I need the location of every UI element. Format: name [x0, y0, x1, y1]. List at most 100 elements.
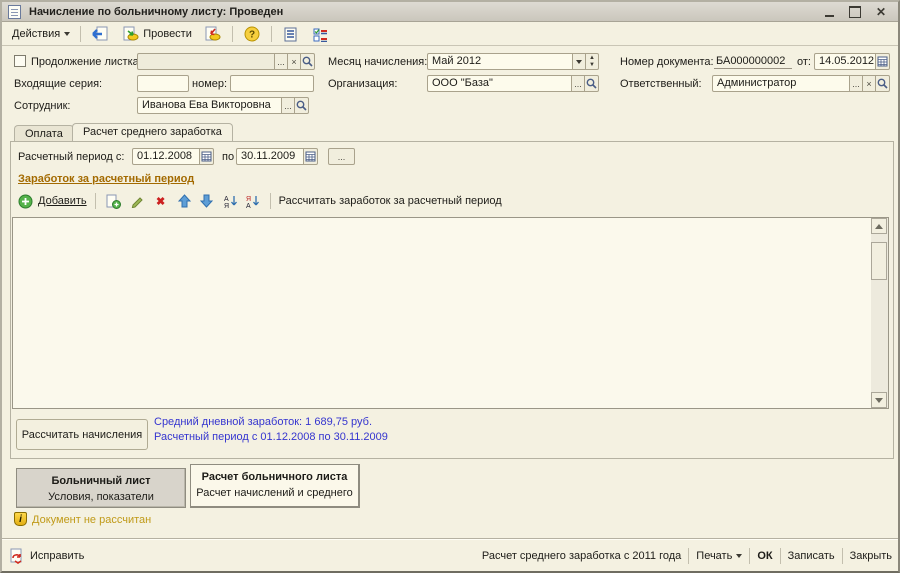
list-icon	[282, 25, 300, 43]
continuation-checkbox[interactable]	[14, 55, 26, 67]
svg-text:?: ?	[249, 30, 255, 41]
info-icon: i	[14, 512, 27, 526]
continuation-label: Продолжение листка	[31, 56, 139, 68]
calc-mode-status: Расчет среднего заработка с 2011 года	[481, 549, 682, 562]
title-bar[interactable]: Начисление по больничному листу: Проведе…	[2, 2, 898, 22]
calc-earnings-button[interactable]: Рассчитать заработок за расчетный период	[279, 195, 502, 207]
earnings-table-wrap	[12, 217, 872, 409]
move-up-icon[interactable]	[176, 192, 194, 210]
doc-date-label: от:	[797, 56, 811, 68]
movements-icon	[204, 25, 222, 43]
ellipsis-button[interactable]: ...	[274, 53, 288, 70]
tab-payment[interactable]: Оплата	[14, 125, 74, 141]
period-more-button[interactable]: ...	[328, 148, 355, 165]
earnings-section-title: Заработок за расчетный период	[18, 173, 195, 185]
employee-label: Сотрудник:	[14, 100, 71, 112]
window-title: Начисление по больничному листу: Проведе…	[29, 5, 284, 18]
doc-number-value[interactable]: БА000000002	[714, 54, 792, 69]
add-icon	[16, 192, 34, 210]
edit-pencil-icon[interactable]	[128, 192, 146, 210]
actions-button[interactable]: Действия	[6, 25, 76, 43]
svg-text:Я: Я	[224, 203, 229, 208]
organization-label: Организация:	[328, 78, 398, 90]
incoming-series-input[interactable]	[137, 75, 189, 92]
calendar-icon[interactable]	[303, 148, 318, 165]
clear-button[interactable]: ×	[862, 75, 876, 92]
list-settings-button[interactable]	[276, 22, 306, 46]
close-button[interactable]: Закрыть	[850, 550, 892, 562]
svg-text:А: А	[246, 203, 251, 208]
chevron-down-icon	[64, 32, 71, 36]
incoming-number-input[interactable]	[230, 75, 314, 92]
document-icon	[8, 4, 21, 19]
calc-accruals-button[interactable]: Рассчитать начисления	[16, 419, 148, 450]
minimize-icon[interactable]	[822, 6, 836, 18]
checkbox-list-icon	[312, 25, 330, 43]
incoming-number-label: номер:	[192, 78, 228, 90]
clear-button[interactable]: ×	[287, 53, 301, 70]
main-toolbar: Действия Провести ?	[2, 23, 898, 46]
scroll-up-button[interactable]	[871, 218, 887, 234]
calendar-icon[interactable]	[199, 148, 214, 165]
print-button[interactable]: Печать	[696, 550, 743, 562]
delete-icon[interactable]: ✖	[152, 192, 170, 210]
ellipsis-button[interactable]: ...	[281, 97, 295, 114]
vertical-scrollbar[interactable]	[871, 217, 889, 409]
post-button[interactable]: Провести	[115, 22, 198, 46]
sort-asc-icon[interactable]: АЯ	[222, 192, 240, 210]
month-spinner[interactable]: ▲ ▼	[585, 53, 599, 70]
close-icon[interactable]: ✕	[874, 5, 888, 19]
search-icon[interactable]	[875, 75, 890, 92]
scroll-down-button[interactable]	[871, 392, 887, 408]
chevron-down-icon[interactable]	[572, 53, 586, 70]
doc-date-field[interactable]: 14.05.2012	[814, 53, 890, 70]
bottom-tab-sick-list[interactable]: Больничный лист Условия, показатели	[16, 468, 186, 508]
maximize-icon[interactable]	[848, 6, 862, 18]
fix-icon	[8, 547, 26, 565]
svg-text:Я: Я	[246, 196, 251, 203]
movements-button[interactable]	[198, 22, 228, 46]
ok-button[interactable]: ОК	[757, 550, 772, 562]
month-field[interactable]: Май 2012 ▲ ▼	[427, 53, 599, 70]
help-button[interactable]: ?	[237, 22, 267, 46]
period-from-field[interactable]: 01.12.2008	[132, 148, 214, 165]
sort-desc-icon[interactable]: ЯА	[244, 192, 262, 210]
tab-average-earnings[interactable]: Расчет среднего заработка	[72, 123, 233, 141]
search-icon[interactable]	[300, 53, 315, 70]
incoming-series-label: Входящие серия:	[14, 78, 103, 90]
period-label: Расчетный период с:	[18, 151, 125, 163]
month-label: Месяц начисления:	[328, 56, 428, 68]
add-button[interactable]: Добавить	[16, 192, 87, 210]
post-icon	[121, 25, 139, 43]
document-window: Начисление по больничному листу: Проведе…	[0, 0, 900, 573]
employee-field[interactable]: Иванова Ева Викторовна ...	[137, 97, 309, 114]
calendar-icon[interactable]	[875, 53, 890, 70]
help-icon: ?	[243, 25, 261, 43]
save-button[interactable]: Записать	[788, 550, 835, 562]
move-down-icon[interactable]	[198, 192, 216, 210]
status-bar: Исправить Расчет среднего заработка с 20…	[2, 540, 898, 571]
earnings-toolbar: Добавить ✖ АЯ ЯА Рассчитать заработок за…	[16, 191, 502, 211]
search-icon[interactable]	[294, 97, 309, 114]
responsible-label: Ответственный:	[620, 78, 702, 90]
bottom-tab-sick-calc[interactable]: Расчет больничного листа Расчет начислен…	[190, 464, 360, 508]
fix-button[interactable]: Исправить	[8, 547, 84, 565]
copy-icon[interactable]	[104, 192, 122, 210]
scroll-thumb[interactable]	[871, 242, 887, 280]
avg-daily-earnings-line: Средний дневной заработок: 1 689,75 руб.	[154, 416, 373, 428]
organization-field[interactable]: ООО "База" ...	[427, 75, 599, 92]
calc-period-line: Расчетный период с 01.12.2008 по 30.11.2…	[154, 431, 388, 443]
continuation-field[interactable]: ... ×	[137, 53, 315, 70]
checkbox-settings-button[interactable]	[306, 22, 336, 46]
period-to-field[interactable]: 30.11.2009	[236, 148, 318, 165]
doc-number-label: Номер документа:	[620, 56, 714, 68]
responsible-field[interactable]: Администратор ... ×	[712, 75, 890, 92]
reread-icon	[91, 25, 109, 43]
average-earnings-note: Средний дневной заработок: 1 689,75 руб.…	[154, 415, 388, 445]
reread-button[interactable]	[85, 22, 115, 46]
period-to-label: по	[222, 151, 235, 163]
ellipsis-button[interactable]: ...	[849, 75, 863, 92]
ellipsis-button[interactable]: ...	[571, 75, 585, 92]
chevron-down-icon	[736, 553, 743, 558]
search-icon[interactable]	[584, 75, 599, 92]
